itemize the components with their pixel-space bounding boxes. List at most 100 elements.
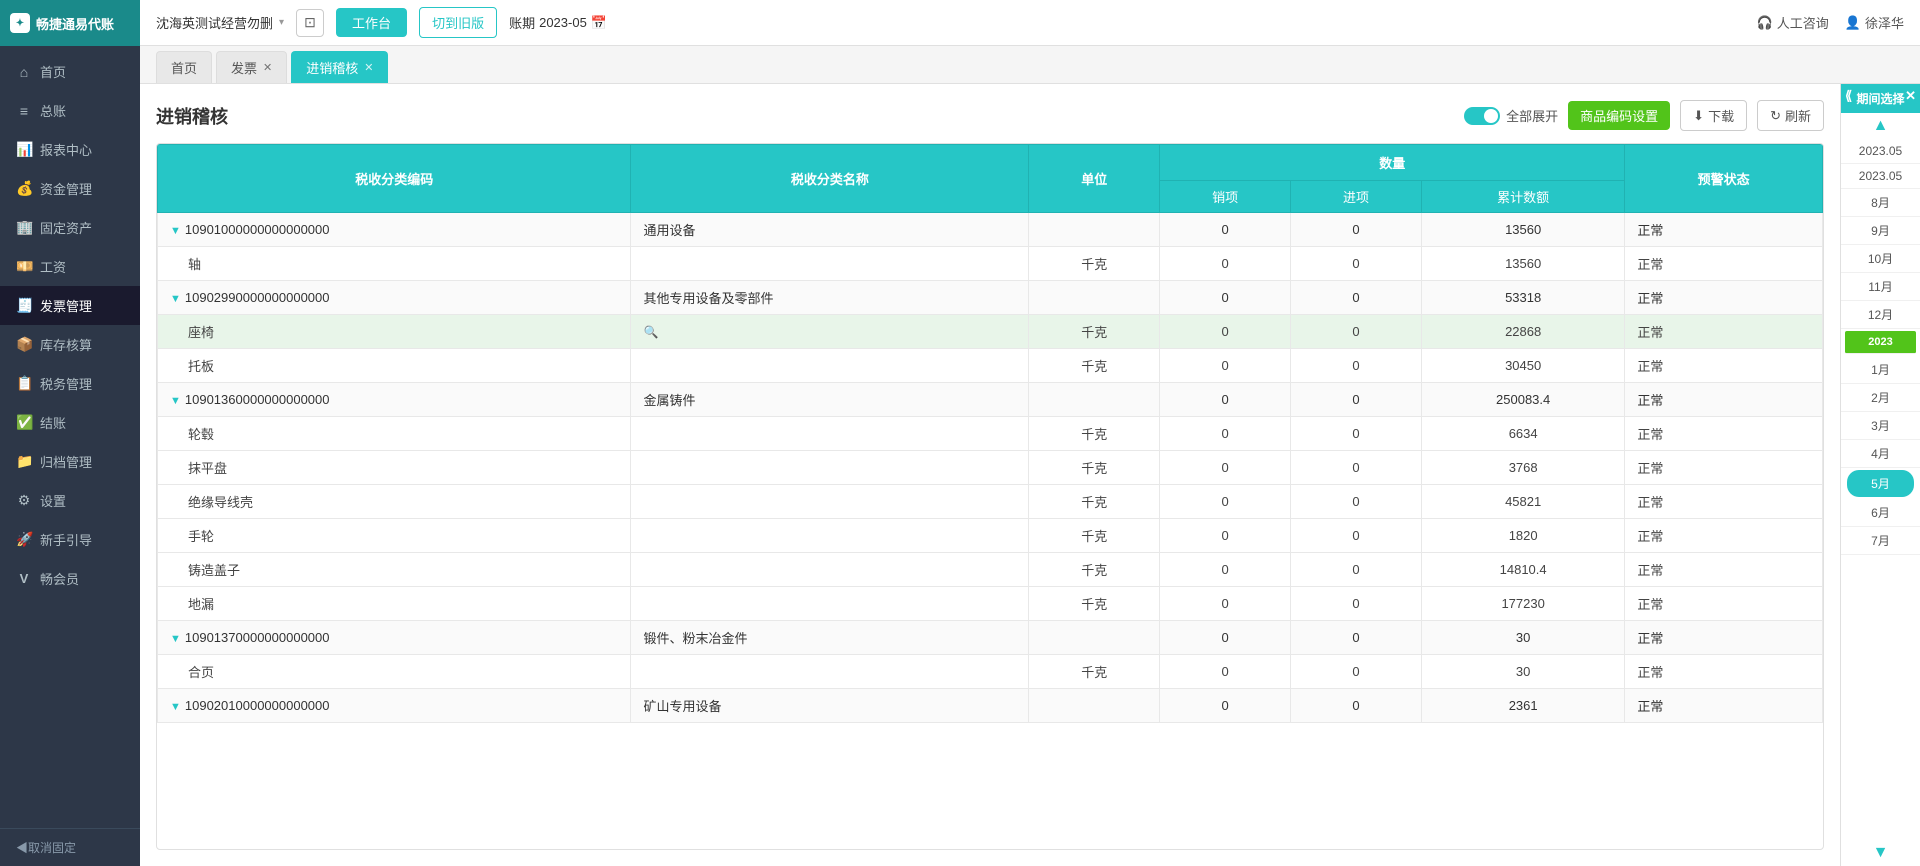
sidebar-item-salary[interactable]: 💴 工资: [0, 247, 140, 286]
unpin-sidebar-button[interactable]: ◀取消固定: [0, 828, 140, 866]
switch-version-button[interactable]: 切到旧版: [419, 7, 497, 38]
sidebar-item-archive[interactable]: 📁 归档管理: [0, 442, 140, 481]
cell-unit: 千克: [1029, 519, 1160, 553]
sidebar-item-home[interactable]: ⌂ 首页: [0, 52, 140, 91]
sidebar-item-vip[interactable]: V 畅会员: [0, 559, 140, 598]
expand-icon[interactable]: ▼: [170, 633, 181, 645]
period-item[interactable]: 10月: [1841, 245, 1920, 273]
tab-reconciliation-close-icon[interactable]: ✕: [364, 61, 373, 74]
sidebar-item-settlement[interactable]: ✅ 结账: [0, 403, 140, 442]
fixed-assets-icon: 🏢: [16, 219, 32, 236]
tab-invoice[interactable]: 发票 ✕: [216, 51, 287, 83]
period-item[interactable]: 11月: [1841, 273, 1920, 301]
headset-icon: 🎧: [1757, 15, 1773, 31]
sidebar-label-ledger: 总账: [40, 101, 66, 120]
company-name: 沈海英测试经营勿删: [156, 13, 273, 32]
save-draft-button[interactable]: ⊡: [296, 9, 324, 37]
tab-home-label: 首页: [171, 58, 197, 77]
period-item[interactable]: 2023.05: [1841, 164, 1920, 189]
refresh-button[interactable]: ↻ 刷新: [1757, 100, 1824, 131]
service-label: 人工咨询: [1777, 13, 1829, 32]
period-item[interactable]: 1月: [1841, 356, 1920, 384]
tab-home[interactable]: 首页: [156, 51, 212, 83]
sidebar-item-settings[interactable]: ⚙ 设置: [0, 481, 140, 520]
tab-invoice-label: 发票: [231, 58, 257, 77]
settings-icon: ⚙: [16, 492, 32, 509]
period-item[interactable]: 2023.05: [1841, 139, 1920, 164]
period-item[interactable]: 12月: [1841, 301, 1920, 329]
cell-purchase: 0: [1291, 553, 1422, 587]
close-period-icon[interactable]: ✕: [1905, 88, 1916, 104]
expand-all-toggle[interactable]: 全部展开: [1464, 106, 1558, 125]
cell-status: 正常: [1625, 417, 1823, 451]
company-selector[interactable]: 沈海英测试经营勿删 ▾: [156, 13, 284, 32]
download-button[interactable]: ⬇ 下载: [1680, 100, 1747, 131]
search-icon[interactable]: 🔍: [643, 325, 658, 339]
cell-tax-name: 通用设备: [631, 213, 1029, 247]
sidebar: ✦ 畅捷通易代账 ⌂ 首页 ≡ 总账 📊 报表中心 💰 资金管理 🏢 固定资产 …: [0, 0, 140, 866]
workbench-button[interactable]: 工作台: [336, 8, 407, 37]
period-item[interactable]: 3月: [1841, 412, 1920, 440]
period-item-active[interactable]: 5月: [1847, 470, 1914, 497]
cell-tax-name: 金属铸件: [631, 383, 1029, 417]
expand-icon[interactable]: ▼: [170, 395, 181, 407]
cell-total: 177230: [1421, 587, 1624, 621]
user-profile-button[interactable]: 👤 徐泽华: [1845, 13, 1904, 32]
table-row: 轮毂 千克 0 0 6634 正常: [158, 417, 1823, 451]
expand-icon[interactable]: ▼: [170, 701, 181, 713]
tab-invoice-close-icon[interactable]: ✕: [263, 61, 272, 74]
user-icon: 👤: [1845, 15, 1861, 31]
sidebar-item-fund[interactable]: 💰 资金管理: [0, 169, 140, 208]
ledger-icon: ≡: [16, 103, 32, 119]
cell-unit: [1029, 213, 1160, 247]
main-area: 沈海英测试经营勿删 ▾ ⊡ 工作台 切到旧版 账期 2023-05 📅 🎧 人工…: [140, 0, 1920, 866]
table-row: 地漏 千克 0 0 177230 正常: [158, 587, 1823, 621]
refresh-label: 刷新: [1785, 106, 1811, 125]
period-item[interactable]: 8月: [1841, 189, 1920, 217]
period-value: 2023-05: [539, 15, 587, 30]
cell-purchase: 0: [1291, 689, 1422, 723]
period-item[interactable]: 9月: [1841, 217, 1920, 245]
cell-tax-name: [631, 485, 1029, 519]
period-panel: ⟪ 期间选择 ✕ ▲ 2023.052023.058月9月10月11月12月20…: [1840, 84, 1920, 866]
toggle-track[interactable]: [1464, 107, 1500, 125]
table-row: ▼10901000000000000000 通用设备 0 0 13560 正常: [158, 213, 1823, 247]
sidebar-item-fixed-assets[interactable]: 🏢 固定资产: [0, 208, 140, 247]
period-item[interactable]: 7月: [1841, 527, 1920, 555]
sidebar-item-guide[interactable]: 🚀 新手引导: [0, 520, 140, 559]
sidebar-item-ledger[interactable]: ≡ 总账: [0, 91, 140, 130]
sidebar-label-tax: 税务管理: [40, 374, 92, 393]
salary-icon: 💴: [16, 258, 32, 275]
cell-tax-code: 托板: [158, 349, 631, 383]
cell-total: 2361: [1421, 689, 1624, 723]
cell-unit: [1029, 383, 1160, 417]
sidebar-item-report[interactable]: 📊 报表中心: [0, 130, 140, 169]
period-item[interactable]: 6月: [1841, 499, 1920, 527]
cell-unit: 千克: [1029, 451, 1160, 485]
product-code-settings-button[interactable]: 商品编码设置: [1568, 101, 1670, 130]
cell-tax-code: 轮毂: [158, 417, 631, 451]
period-item[interactable]: 4月: [1841, 440, 1920, 468]
calendar-icon[interactable]: 📅: [591, 15, 607, 31]
period-scroll-down-button[interactable]: ▼: [1841, 840, 1920, 866]
sidebar-label-settlement: 结账: [40, 413, 66, 432]
expand-icon[interactable]: ▼: [170, 293, 181, 305]
period-item[interactable]: 2月: [1841, 384, 1920, 412]
sidebar-item-tax[interactable]: 📋 税务管理: [0, 364, 140, 403]
cell-sales: 0: [1160, 247, 1291, 281]
archive-icon: 📁: [16, 453, 32, 470]
period-label: 账期: [509, 13, 535, 32]
expand-icon[interactable]: ▼: [170, 225, 181, 237]
cell-tax-code: 抹平盘: [158, 451, 631, 485]
tab-reconciliation-label: 进销稽核: [306, 58, 358, 77]
tab-reconciliation[interactable]: 进销稽核 ✕: [291, 51, 388, 83]
cell-total: 30: [1421, 621, 1624, 655]
sidebar-item-inventory[interactable]: 📦 库存核算: [0, 325, 140, 364]
user-service-button[interactable]: 🎧 人工咨询: [1757, 13, 1829, 32]
save-icon: ⊡: [304, 14, 316, 31]
cell-tax-name: [631, 247, 1029, 281]
app-logo: ✦ 畅捷通易代账: [0, 0, 140, 46]
sidebar-item-invoice[interactable]: 🧾 发票管理: [0, 286, 140, 325]
period-scroll-up-button[interactable]: ▲: [1841, 113, 1920, 139]
expand-period-icon[interactable]: ⟪: [1845, 88, 1852, 104]
